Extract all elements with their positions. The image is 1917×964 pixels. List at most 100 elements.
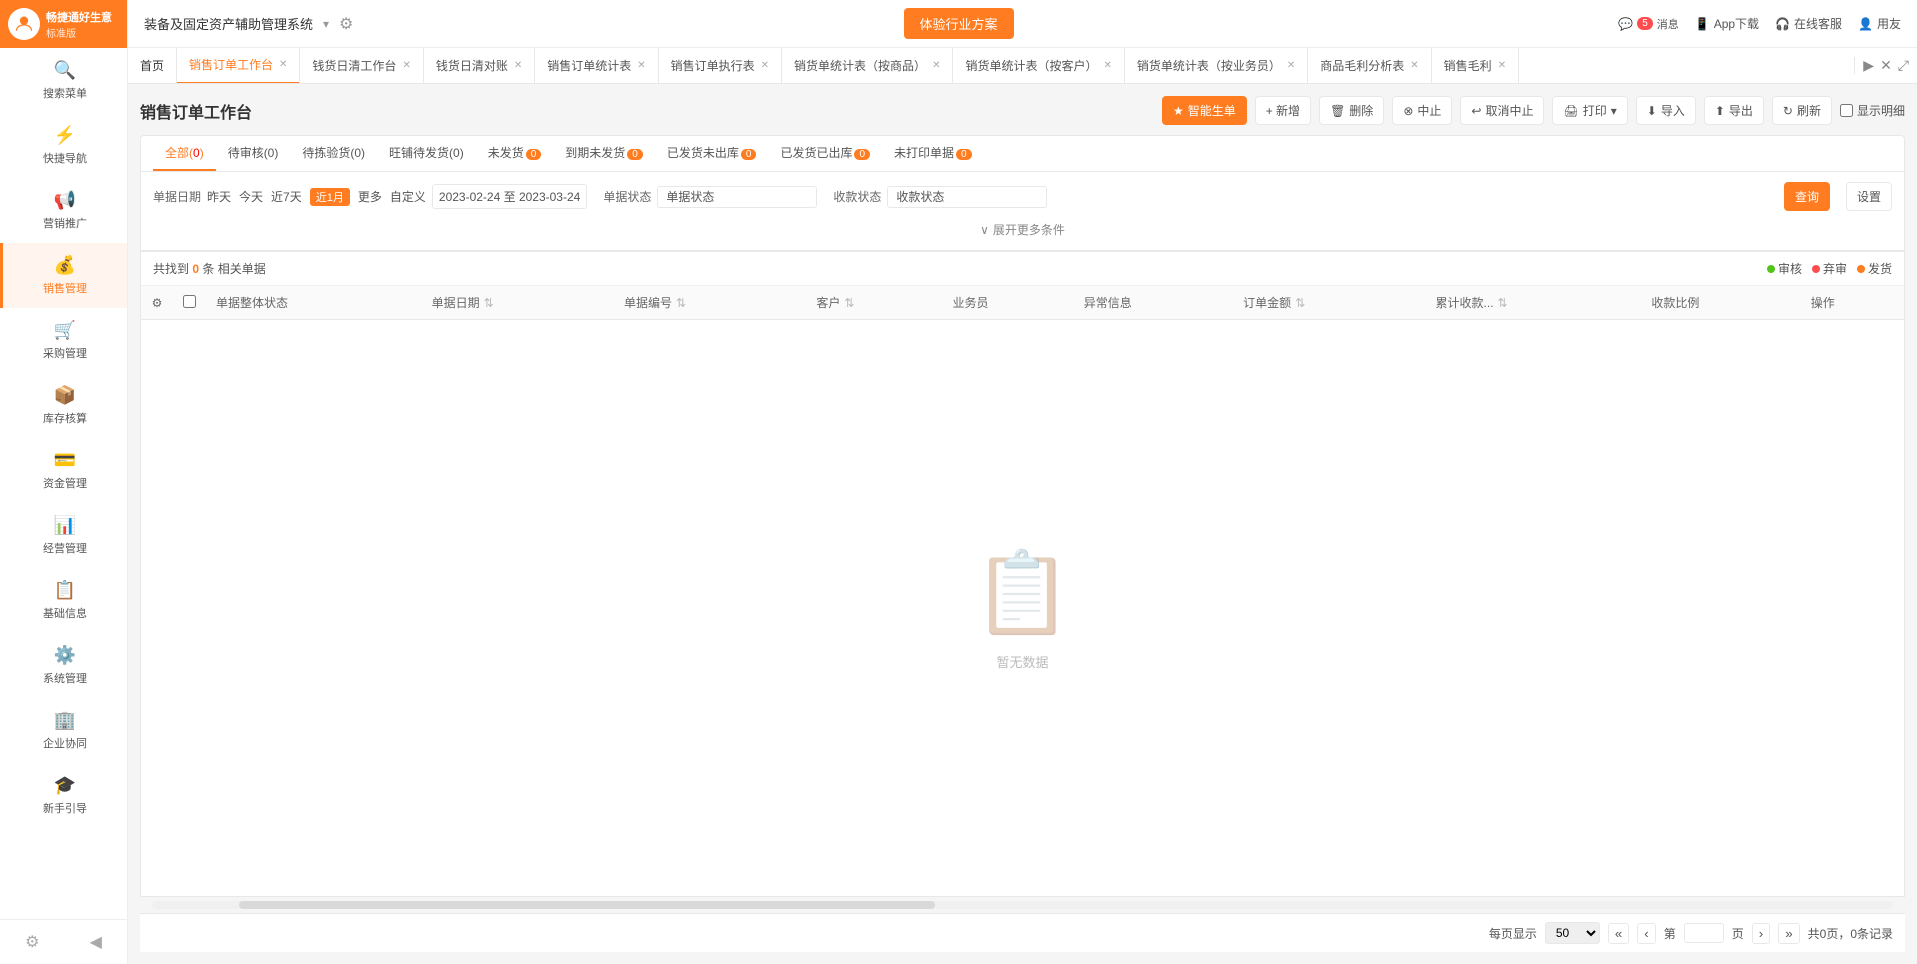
message-label: 消息 xyxy=(1657,16,1679,32)
tab-cash-reconcile[interactable]: 钱货日清对账 ✕ xyxy=(424,48,535,84)
sidebar-item-marketing[interactable]: 📢 营销推广 xyxy=(0,178,127,243)
tab-sales-profit[interactable]: 销售毛利 ✕ xyxy=(1432,48,1519,84)
sidebar-collapse-btn[interactable]: ◀ xyxy=(90,932,102,952)
th-settings[interactable]: ⚙ xyxy=(141,286,173,320)
filter-tab-shipped-warehoused[interactable]: 已发货已出库0 xyxy=(768,136,882,171)
sidebar-item-search[interactable]: 🔍 搜索菜单 xyxy=(0,48,127,113)
expand-more-btn[interactable]: ∨ 展开更多条件 xyxy=(153,219,1892,240)
date-opt-more[interactable]: 更多 xyxy=(358,188,382,205)
tab-close-all-icon[interactable]: ✕ xyxy=(1880,57,1892,74)
cancel-stop-button[interactable]: ↩ 取消中止 xyxy=(1460,96,1544,125)
sidebar-item-finance[interactable]: 💳 资金管理 xyxy=(0,438,127,503)
ship-btn[interactable]: 发货 xyxy=(1857,260,1892,277)
tab-close-sales-order[interactable]: ✕ xyxy=(279,59,287,70)
tab-home[interactable]: 首页 xyxy=(128,48,177,84)
print-button[interactable]: 🖨 打印 ▾ xyxy=(1552,96,1627,125)
page-size-select[interactable]: 50 10 20 100 xyxy=(1545,922,1600,944)
export-button[interactable]: ⬆ 导出 xyxy=(1704,96,1764,125)
sidebar-item-basic-info[interactable]: 📋 基础信息 xyxy=(0,568,127,633)
prev-page-button[interactable]: ‹ xyxy=(1637,923,1655,944)
sidebar-item-inventory[interactable]: 📦 库存核算 xyxy=(0,373,127,438)
stop-button[interactable]: ⊗ 中止 xyxy=(1392,96,1452,125)
th-date[interactable]: 单据日期⇅ xyxy=(422,286,614,320)
date-opt-7days[interactable]: 近7天 xyxy=(271,188,302,205)
tab-gross-margin[interactable]: 商品毛利分析表 ✕ xyxy=(1308,48,1431,84)
phone-icon: 📱 xyxy=(1695,17,1710,31)
next-page-button[interactable]: › xyxy=(1752,923,1770,944)
topbar-settings-icon[interactable]: ⚙ xyxy=(339,14,353,34)
import-button[interactable]: ⬇ 导入 xyxy=(1636,96,1696,125)
date-opt-1month[interactable]: 近1月 xyxy=(310,188,350,206)
select-all-checkbox[interactable] xyxy=(183,295,196,308)
th-checkbox[interactable] xyxy=(173,286,206,320)
table-scroll[interactable]: ⚙ 单据整体状态 单据日期⇅ 单据编号⇅ 客户⇅ 业务员 异常信息 订单金额⇅ … xyxy=(141,286,1904,896)
smart-create-button[interactable]: ★ 智能生单 xyxy=(1162,96,1247,125)
solution-button[interactable]: 体验行业方案 xyxy=(903,8,1013,39)
online-service-item[interactable]: 🎧 在线客服 xyxy=(1775,15,1842,32)
th-amount[interactable]: 订单金额⇅ xyxy=(1233,286,1425,320)
tab-sales-exec[interactable]: 销售订单执行表 ✕ xyxy=(659,48,782,84)
show-detail-checkbox[interactable]: 显示明细 xyxy=(1840,102,1905,119)
status-select[interactable]: 单据状态 xyxy=(657,186,817,208)
page-number-input[interactable]: 1 xyxy=(1684,923,1724,943)
tab-close-sales-exec[interactable]: ✕ xyxy=(761,60,769,71)
last-page-button[interactable]: » xyxy=(1778,923,1799,944)
sidebar-item-system[interactable]: ⚙️ 系统管理 xyxy=(0,633,127,698)
tab-sales-summary-product[interactable]: 销货单统计表（按商品） ✕ xyxy=(782,48,953,84)
scrollbar-thumb[interactable] xyxy=(239,901,935,909)
sidebar-item-purchase[interactable]: 🛒 采购管理 xyxy=(0,308,127,373)
filter-tab-pending-review[interactable]: 待审核(0) xyxy=(216,136,291,171)
tab-scroll-right-icon[interactable]: ▶ xyxy=(1863,57,1874,74)
tab-sales-order[interactable]: 销售订单工作台 ✕ xyxy=(177,48,300,84)
tab-sales-stats[interactable]: 销售订单统计表 ✕ xyxy=(535,48,658,84)
horizontal-scrollbar[interactable] xyxy=(152,901,1893,909)
th-number[interactable]: 单据编号⇅ xyxy=(614,286,806,320)
th-customer[interactable]: 客户⇅ xyxy=(806,286,942,320)
filter-tab-all[interactable]: 全部(0) xyxy=(153,136,216,171)
tab-sales-summary-customer[interactable]: 销货单统计表（按客户） ✕ xyxy=(953,48,1124,84)
tab-sales-summary-staff[interactable]: 销货单统计表（按业务员） ✕ xyxy=(1125,48,1308,84)
customer-sort-icon: ⇅ xyxy=(844,296,854,310)
sidebar-item-quick-nav[interactable]: ⚡ 快捷导航 xyxy=(0,113,127,178)
date-range-display[interactable]: 2023-02-24 至 2023-03-24 xyxy=(432,184,587,209)
sidebar-item-tutorial[interactable]: 🎓 新手引导 xyxy=(0,763,127,828)
filter-settings-button[interactable]: 设置 xyxy=(1846,182,1892,211)
tab-close-cash-reconcile[interactable]: ✕ xyxy=(514,60,522,71)
review-btn[interactable]: 审核 xyxy=(1767,260,1802,277)
add-button[interactable]: + 新增 xyxy=(1255,96,1311,125)
filter-tab-wangpu[interactable]: 旺铺待发货(0) xyxy=(377,136,476,171)
tab-close-summary-customer[interactable]: ✕ xyxy=(1103,60,1111,71)
tab-close-cash-daily[interactable]: ✕ xyxy=(402,60,410,71)
date-opt-today[interactable]: 今天 xyxy=(239,188,263,205)
topbar-dropdown-arrow[interactable]: ▾ xyxy=(323,17,329,31)
tab-close-sales-stats[interactable]: ✕ xyxy=(637,60,645,71)
sidebar-item-sales[interactable]: 💰 销售管理 xyxy=(0,243,127,308)
sidebar-settings-btn[interactable]: ⚙ xyxy=(25,932,39,952)
query-button[interactable]: 查询 xyxy=(1784,182,1830,211)
payment-select[interactable]: 收款状态 xyxy=(887,186,1047,208)
refresh-button[interactable]: ↻ 刷新 xyxy=(1772,96,1832,125)
th-collected[interactable]: 累计收款...⇅ xyxy=(1426,286,1642,320)
first-page-button[interactable]: « xyxy=(1608,923,1629,944)
filter-tab-shipped-not-warehoused[interactable]: 已发货未出库0 xyxy=(655,136,769,171)
date-opt-custom[interactable]: 自定义 xyxy=(390,188,426,205)
date-opt-yesterday[interactable]: 昨天 xyxy=(207,188,231,205)
sidebar-item-enterprise[interactable]: 🏢 企业协同 xyxy=(0,698,127,763)
filter-tab-not-shipped[interactable]: 未发货0 xyxy=(476,136,554,171)
star-icon: ★ xyxy=(1173,104,1184,118)
message-item[interactable]: 💬 5 消息 xyxy=(1618,16,1679,32)
app-download-item[interactable]: 📱 App下载 xyxy=(1695,15,1759,32)
sidebar-item-operation[interactable]: 📊 经营管理 xyxy=(0,503,127,568)
cancel-review-btn[interactable]: 弃审 xyxy=(1812,260,1847,277)
user-item[interactable]: 👤 用友 xyxy=(1858,15,1901,32)
tab-close-gross-margin[interactable]: ✕ xyxy=(1410,60,1418,71)
filter-tab-not-printed[interactable]: 未打印单据0 xyxy=(882,136,984,171)
tab-close-sales-profit[interactable]: ✕ xyxy=(1498,60,1506,71)
tab-cash-daily[interactable]: 钱货日清工作台 ✕ xyxy=(300,48,423,84)
filter-tab-overdue[interactable]: 到期未发货0 xyxy=(553,136,655,171)
delete-button[interactable]: 🗑 删除 xyxy=(1319,96,1384,125)
tab-close-summary-staff[interactable]: ✕ xyxy=(1287,60,1295,71)
tab-maximize-icon[interactable]: ⤢ xyxy=(1898,57,1909,74)
tab-close-summary-product[interactable]: ✕ xyxy=(932,60,940,71)
filter-tab-pending-inspection[interactable]: 待拣验货(0) xyxy=(290,136,377,171)
